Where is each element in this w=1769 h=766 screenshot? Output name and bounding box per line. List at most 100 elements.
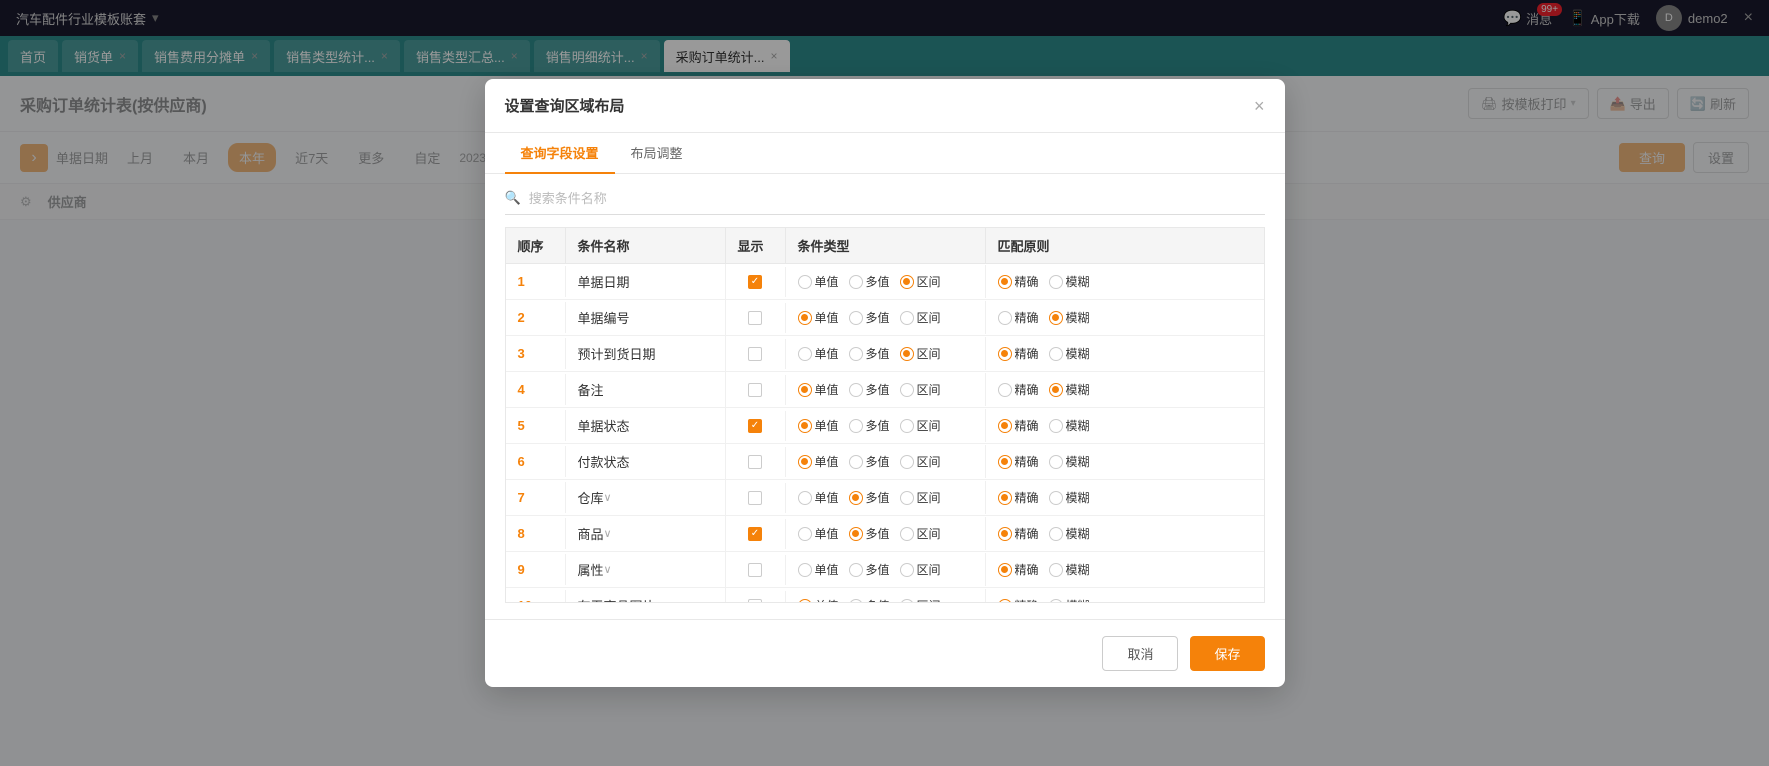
type-radio-type_single[interactable]: 单值	[798, 597, 839, 603]
display-checkbox[interactable]	[748, 527, 762, 541]
type-radio-type_single[interactable]: 单值	[798, 525, 839, 542]
type-radio-type_single[interactable]: 单值	[798, 453, 839, 470]
row-rule: 精确模糊	[986, 481, 1186, 514]
row-rule: 精确 模糊	[986, 589, 1186, 603]
row-type: 单值多值区间	[786, 517, 986, 550]
type-radio-type_range[interactable]: 区间	[900, 453, 941, 470]
row-order: 7	[506, 482, 566, 513]
modal: 设置查询区域布局 × 查询字段设置 布局调整 🔍 顺序 条件名称	[485, 79, 1285, 687]
row-display[interactable]	[726, 375, 786, 405]
modal-tab-layout[interactable]: 布局调整	[615, 133, 699, 174]
display-checkbox[interactable]	[748, 455, 762, 469]
display-checkbox[interactable]	[748, 311, 762, 325]
row-type: 单值多值区间	[786, 445, 986, 478]
type-radio-type_multi[interactable]: 多值	[849, 525, 890, 542]
rule-radio-rule_exact[interactable]: 精确	[998, 561, 1039, 578]
type-radio-type_range[interactable]: 区间	[900, 525, 941, 542]
rule-radio-rule_fuzzy[interactable]: 模糊	[1049, 273, 1090, 290]
type-radio-type_range[interactable]: 区间	[900, 381, 941, 398]
rule-radio-rule_exact[interactable]: 精确	[998, 417, 1039, 434]
type-radio-type_single[interactable]: 单值	[798, 417, 839, 434]
row-order: 9	[506, 554, 566, 585]
rule-radio-rule_exact[interactable]: 精确	[998, 453, 1039, 470]
rule-radio-rule_exact[interactable]: 精确	[998, 525, 1039, 542]
rule-radio-rule_fuzzy[interactable]: 模糊	[1049, 525, 1090, 542]
modal-search-input[interactable]	[529, 191, 1265, 206]
row-display[interactable]	[726, 555, 786, 585]
rule-radio-rule_fuzzy[interactable]: 模糊	[1049, 453, 1090, 470]
cancel-btn[interactable]: 取消	[1102, 636, 1178, 671]
rule-radio-rule_fuzzy[interactable]: 模糊	[1049, 417, 1090, 434]
display-checkbox[interactable]	[748, 275, 762, 289]
row-display[interactable]	[726, 339, 786, 369]
type-radio-type_range[interactable]: 区间	[900, 597, 941, 603]
type-radio-type_single[interactable]: 单值	[798, 489, 839, 506]
row-type: 单值多值区间	[786, 337, 986, 370]
row-display[interactable]	[726, 519, 786, 549]
rule-radio-rule_exact[interactable]: 精确	[998, 489, 1039, 506]
type-radio-type_multi[interactable]: 多值	[849, 381, 890, 398]
rule-radio-rule_fuzzy[interactable]: 模糊	[1049, 489, 1090, 506]
type-radio-type_multi[interactable]: 多值	[849, 561, 890, 578]
rule-radio-rule_fuzzy[interactable]: 模糊	[1049, 345, 1090, 362]
row-type: 单值多值区间	[786, 481, 986, 514]
display-checkbox[interactable]	[748, 419, 762, 433]
rule-radio-rule_fuzzy[interactable]: 模糊	[1049, 561, 1090, 578]
rule-radio-rule_exact[interactable]: 精确	[998, 597, 1039, 603]
row-order: 10	[506, 590, 566, 603]
type-radio-type_range[interactable]: 区间	[900, 561, 941, 578]
type-radio-type_range[interactable]: 区间	[900, 489, 941, 506]
modal-footer: 取消 保存	[485, 619, 1285, 687]
display-checkbox[interactable]	[748, 563, 762, 577]
modal-search: 🔍	[505, 190, 1265, 215]
row-display[interactable]	[726, 483, 786, 513]
rule-radio-rule_fuzzy[interactable]: 模糊	[1049, 309, 1090, 326]
type-radio-type_range[interactable]: 区间	[900, 417, 941, 434]
row-display[interactable]	[726, 591, 786, 604]
type-radio-type_multi[interactable]: 多值	[849, 273, 890, 290]
rule-radio-rule_fuzzy[interactable]: 模糊	[1049, 381, 1090, 398]
rule-radio-rule_exact[interactable]: 精确	[998, 309, 1039, 326]
modal-header: 设置查询区域布局 ×	[485, 79, 1285, 133]
row-name: 付款状态	[566, 444, 726, 479]
type-radio-type_single[interactable]: 单值	[798, 381, 839, 398]
type-radio-type_range[interactable]: 区间	[900, 273, 941, 290]
type-radio-type_multi[interactable]: 多值	[849, 345, 890, 362]
row-rule: 精确模糊	[986, 373, 1186, 406]
type-radio-type_multi[interactable]: 多值	[849, 453, 890, 470]
row-name: 单据日期	[566, 264, 726, 299]
display-checkbox[interactable]	[748, 491, 762, 505]
th-order: 顺序	[506, 228, 566, 263]
type-radio-type_single[interactable]: 单值	[798, 345, 839, 362]
save-btn[interactable]: 保存	[1190, 636, 1264, 671]
table-row: 5单据状态单值多值区间精确模糊	[506, 408, 1264, 444]
rule-radio-rule_exact[interactable]: 精确	[998, 345, 1039, 362]
row-order: 6	[506, 446, 566, 477]
type-radio-type_single[interactable]: 单值	[798, 273, 839, 290]
type-radio-type_multi[interactable]: 多值	[849, 597, 890, 603]
rule-radio-rule_fuzzy[interactable]: 模糊	[1049, 597, 1090, 603]
row-display[interactable]	[726, 411, 786, 441]
type-radio-type_range[interactable]: 区间	[900, 345, 941, 362]
type-radio-type_multi[interactable]: 多值	[849, 417, 890, 434]
type-radio-type_multi[interactable]: 多值	[849, 309, 890, 326]
table-row: 8商品 ∨单值多值区间精确模糊	[506, 516, 1264, 552]
rule-radio-rule_exact[interactable]: 精确	[998, 273, 1039, 290]
row-display[interactable]	[726, 447, 786, 477]
display-checkbox[interactable]	[748, 383, 762, 397]
modal-tab-query[interactable]: 查询字段设置	[505, 133, 615, 174]
modal-table-header: 顺序 条件名称 显示 条件类型 匹配原则	[505, 227, 1265, 263]
type-radio-type_multi[interactable]: 多值	[849, 489, 890, 506]
type-radio-type_single[interactable]: 单值	[798, 309, 839, 326]
modal-close-btn[interactable]: ×	[1254, 97, 1265, 115]
row-order: 8	[506, 518, 566, 549]
row-display[interactable]	[726, 267, 786, 297]
type-radio-type_single[interactable]: 单值	[798, 561, 839, 578]
table-row: 3预计到货日期单值多值区间精确模糊	[506, 336, 1264, 372]
display-checkbox[interactable]	[748, 599, 762, 604]
display-checkbox[interactable]	[748, 347, 762, 361]
row-display[interactable]	[726, 303, 786, 333]
modal-table: 顺序 条件名称 显示 条件类型 匹配原则 1单据日期单值多值区间精确模糊2单据编…	[505, 227, 1265, 603]
type-radio-type_range[interactable]: 区间	[900, 309, 941, 326]
rule-radio-rule_exact[interactable]: 精确	[998, 381, 1039, 398]
